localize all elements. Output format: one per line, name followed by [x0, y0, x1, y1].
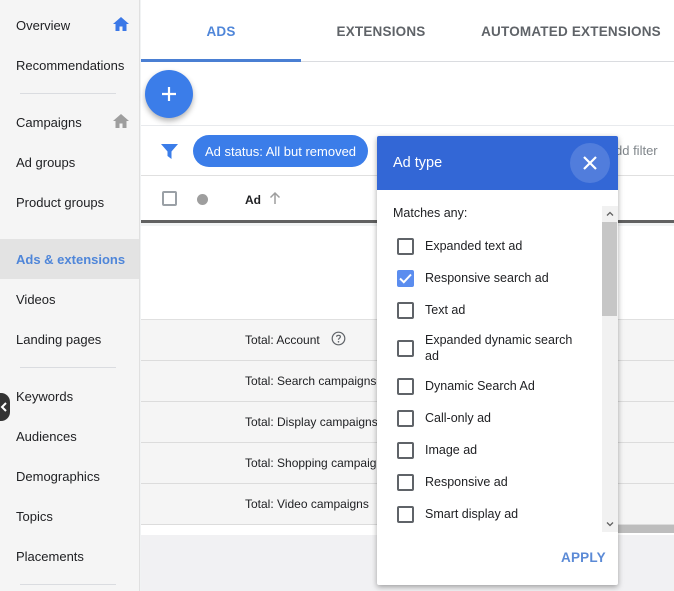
- sidebar-item-label: Overview: [16, 17, 71, 33]
- sidebar: Overview Recommendations Campaigns Ad gr…: [0, 0, 140, 591]
- sidebar-item-videos[interactable]: Videos: [0, 279, 139, 319]
- total-label: Total: Display campaigns: [245, 415, 378, 429]
- toolbar: [141, 62, 674, 126]
- tab-automated-extensions[interactable]: AUTOMATED EXTENSIONS: [461, 0, 674, 62]
- option-text-ad[interactable]: Text ad: [397, 302, 597, 319]
- select-all-checkbox[interactable]: [162, 191, 177, 206]
- option-label: Smart display ad: [425, 507, 519, 521]
- checkbox[interactable]: [397, 410, 414, 427]
- total-label: Total: Shopping campaig: [245, 456, 377, 470]
- total-label: Total: Account: [245, 333, 320, 347]
- sidebar-item-label: Videos: [16, 291, 56, 307]
- checkbox-checked[interactable]: [397, 270, 414, 287]
- sidebar-item-overview[interactable]: Overview: [0, 5, 139, 45]
- option-label: Call-only ad: [425, 411, 492, 425]
- matches-any-label: Matches any:: [393, 206, 468, 220]
- checkbox[interactable]: [397, 506, 414, 523]
- chevron-left-icon: [0, 402, 7, 412]
- collapse-sidebar-button[interactable]: [0, 393, 10, 421]
- scroll-down-icon[interactable]: [606, 520, 614, 528]
- option-expanded-text-ad[interactable]: Expanded text ad: [397, 238, 597, 255]
- option-responsive-search-ad[interactable]: Responsive search ad: [397, 270, 597, 287]
- sidebar-item-label: Ad groups: [16, 154, 76, 170]
- option-responsive-ad[interactable]: Responsive ad: [397, 474, 597, 491]
- close-icon: [583, 156, 597, 170]
- checkbox[interactable]: [397, 302, 414, 319]
- option-label: Text ad: [425, 303, 466, 317]
- dialog-title: Ad type: [393, 155, 443, 171]
- option-label: Expanded dynamic search ad: [425, 333, 573, 363]
- google-ads-page: Overview Recommendations Campaigns Ad gr…: [0, 0, 674, 591]
- sidebar-item-label: Demographics: [16, 468, 100, 484]
- tab-bar: ADS EXTENSIONS AUTOMATED EXTENSIONS: [141, 0, 674, 62]
- sidebar-item-landing-pages[interactable]: Landing pages: [0, 319, 139, 359]
- checkmark-icon: [399, 273, 412, 284]
- option-label: Image ad: [425, 443, 478, 457]
- option-smart-display-ad[interactable]: Smart display ad: [397, 506, 597, 523]
- option-expanded-dynamic-search-ad[interactable]: Expanded dynamic search ad: [397, 332, 583, 364]
- option-dynamic-search-ad[interactable]: Dynamic Search Ad: [397, 378, 597, 395]
- sidebar-divider: [20, 93, 116, 94]
- sidebar-item-label: Campaigns: [16, 114, 82, 130]
- checkbox[interactable]: [397, 378, 414, 395]
- tab-label: ADS: [206, 23, 236, 39]
- help-icon[interactable]: [331, 331, 346, 346]
- sidebar-item-audiences[interactable]: Audiences: [0, 416, 139, 456]
- home-icon: [113, 17, 129, 31]
- tab-ads[interactable]: ADS: [141, 0, 301, 62]
- scroll-up-icon[interactable]: [606, 210, 614, 218]
- close-button[interactable]: [570, 143, 610, 183]
- chip-label: Ad status: All but removed: [205, 143, 357, 159]
- sidebar-item-demographics[interactable]: Demographics: [0, 456, 139, 496]
- sidebar-item-ads-extensions[interactable]: Ads & extensions: [0, 239, 139, 279]
- sidebar-item-label: Audiences: [16, 428, 77, 444]
- option-label: Dynamic Search Ad: [425, 379, 535, 393]
- option-label: Expanded text ad: [425, 239, 523, 253]
- option-image-ad[interactable]: Image ad: [397, 442, 597, 459]
- checkbox[interactable]: [397, 442, 414, 459]
- checkbox[interactable]: [397, 474, 414, 491]
- sidebar-item-ad-groups[interactable]: Ad groups: [0, 142, 139, 182]
- ad-type-filter-dialog: Ad type Matches any: Expanded text ad Re…: [377, 136, 618, 585]
- option-call-only-ad[interactable]: Call-only ad: [397, 410, 597, 427]
- sidebar-item-product-groups[interactable]: Product groups: [0, 182, 139, 222]
- sidebar-divider: [20, 584, 116, 585]
- sidebar-item-placements[interactable]: Placements: [0, 536, 139, 576]
- checkbox[interactable]: [397, 238, 414, 255]
- option-label: Responsive ad: [425, 475, 508, 489]
- tab-label: AUTOMATED EXTENSIONS: [481, 23, 661, 39]
- sidebar-item-label: Placements: [16, 548, 84, 564]
- dialog-header: Ad type: [377, 136, 618, 190]
- sidebar-item-label: Landing pages: [16, 331, 102, 347]
- sidebar-item-label: Keywords: [16, 388, 74, 404]
- horizontal-scrollbar[interactable]: [611, 525, 674, 533]
- plus-icon: [162, 87, 176, 101]
- tab-extensions[interactable]: EXTENSIONS: [301, 0, 461, 62]
- total-label: Total: Video campaigns: [245, 497, 369, 511]
- column-header-ad[interactable]: Ad: [245, 193, 261, 207]
- total-label: Total: Search campaigns: [245, 374, 377, 388]
- sidebar-item-label: Topics: [16, 508, 53, 524]
- sidebar-item-label: Recommendations: [16, 57, 125, 73]
- vertical-scrollbar[interactable]: [602, 206, 618, 532]
- sidebar-item-label: Ads & extensions: [16, 251, 126, 267]
- tab-label: EXTENSIONS: [336, 23, 426, 39]
- status-dot-icon: [197, 194, 208, 205]
- option-label: Responsive search ad: [425, 271, 549, 285]
- sidebar-item-campaigns[interactable]: Campaigns: [0, 102, 139, 142]
- ad-status-filter-chip[interactable]: Ad status: All but removed: [193, 135, 369, 167]
- sidebar-item-keywords[interactable]: Keywords: [0, 376, 139, 416]
- sidebar-item-recommendations[interactable]: Recommendations: [0, 45, 139, 85]
- filter-icon[interactable]: [161, 143, 178, 160]
- apply-button[interactable]: APPLY: [561, 550, 606, 565]
- home-icon: [113, 114, 129, 128]
- sidebar-divider: [20, 367, 116, 368]
- sort-arrow-up-icon[interactable]: [269, 191, 281, 205]
- scrollbar-thumb[interactable]: [602, 222, 617, 316]
- checkbox[interactable]: [397, 340, 414, 357]
- sidebar-item-topics[interactable]: Topics: [0, 496, 139, 536]
- sidebar-item-label: Product groups: [16, 194, 105, 210]
- add-button[interactable]: [145, 70, 193, 118]
- add-filter-link[interactable]: dd filter: [615, 143, 658, 158]
